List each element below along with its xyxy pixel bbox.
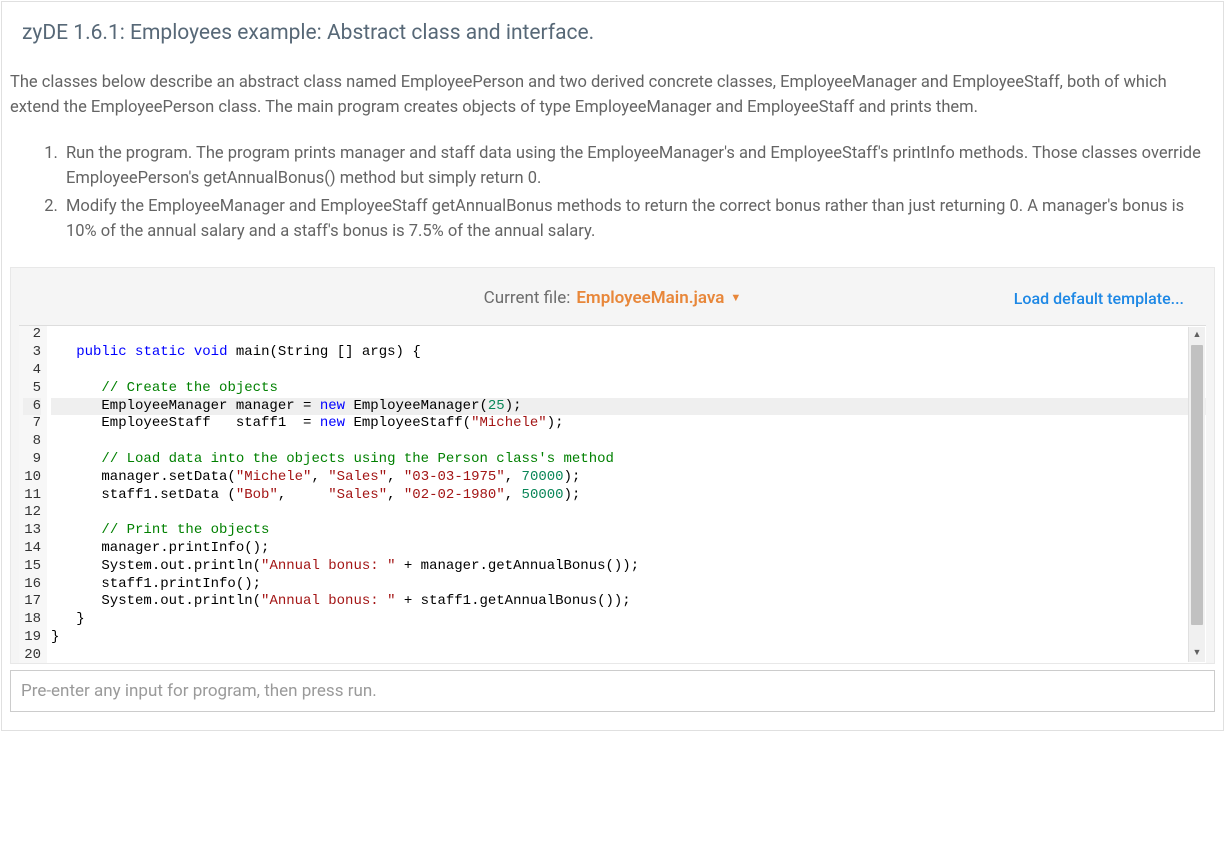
line-gutter: 234567891011121314151617181920	[19, 326, 47, 663]
description-text: The classes below describe an abstract c…	[2, 62, 1223, 141]
step-item: Modify the EmployeeManager and EmployeeS…	[62, 194, 1215, 245]
current-file-label: Current file:	[484, 286, 571, 312]
zyde-panel: zyDE 1.6.1: Employees example: Abstract …	[1, 1, 1224, 731]
current-file-name[interactable]: EmployeeMain.java	[576, 286, 724, 312]
code-content[interactable]: public static void main(String [] args) …	[47, 326, 1206, 663]
code-editor[interactable]: 234567891011121314151617181920 public st…	[19, 325, 1206, 663]
vertical-scrollbar[interactable]: ▲ ▼	[1188, 327, 1205, 662]
step-item: Run the program. The program prints mana…	[62, 141, 1215, 192]
program-input-container	[10, 670, 1215, 712]
chevron-down-icon[interactable]: ▼	[730, 290, 741, 307]
program-input[interactable]	[11, 671, 1214, 711]
scroll-down-icon[interactable]: ▼	[1189, 645, 1205, 662]
code-editor-block: Current file: EmployeeMain.java ▼ Load d…	[10, 267, 1215, 665]
panel-title: zyDE 1.6.1: Employees example: Abstract …	[2, 2, 1223, 62]
scroll-thumb[interactable]	[1191, 345, 1203, 625]
editor-header: Current file: EmployeeMain.java ▼ Load d…	[11, 268, 1214, 326]
load-default-link[interactable]: Load default template...	[1014, 287, 1184, 311]
instruction-steps: Run the program. The program prints mana…	[2, 141, 1223, 267]
scroll-up-icon[interactable]: ▲	[1189, 327, 1205, 344]
